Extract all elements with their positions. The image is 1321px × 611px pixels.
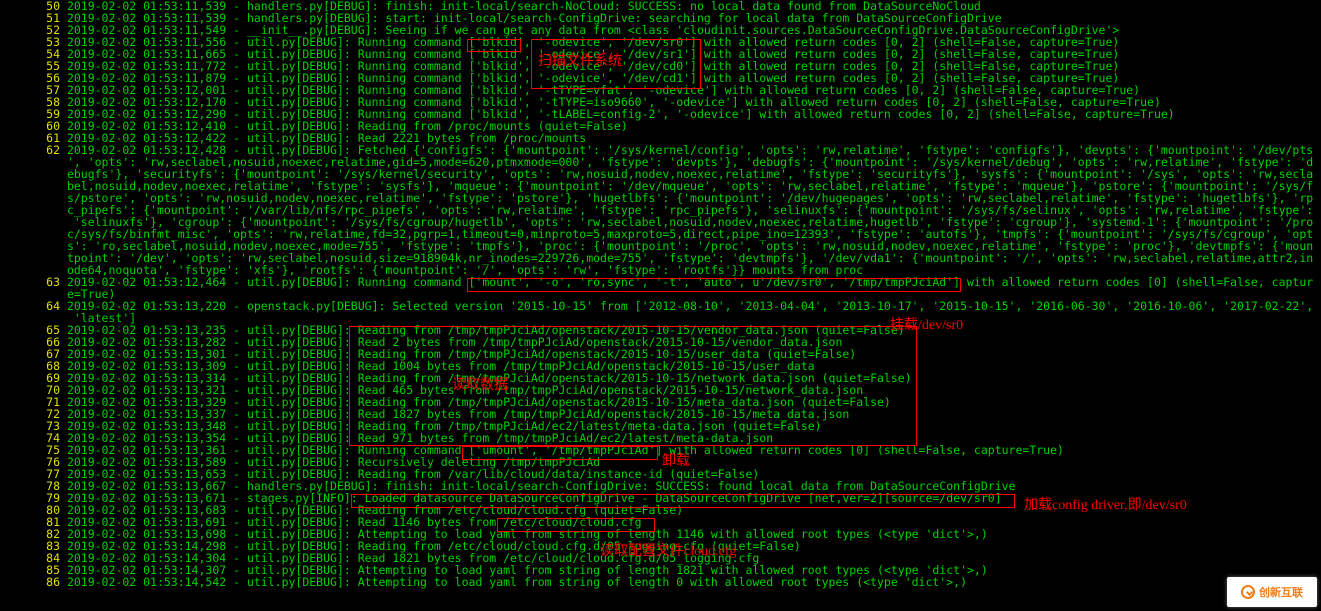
log-text: 2019-02-02 01:53:12,464 - util.py[DEBUG]… (67, 275, 1313, 289)
log-text: 2019-02-02 01:53:13,220 - openstack.py[D… (67, 299, 1313, 313)
watermark-logo: 创新互联 (1227, 577, 1317, 607)
line-number: 63 (0, 276, 60, 288)
log-line: 63 2019-02-02 01:53:12,464 - util.py[DEB… (0, 276, 1321, 288)
terminal-log: 50 2019-02-02 01:53:11,539 - handlers.py… (0, 0, 1321, 588)
log-line: 64 2019-02-02 01:53:13,220 - openstack.p… (0, 300, 1321, 312)
log-line: 86 2019-02-02 01:53:14,542 - util.py[DEB… (0, 576, 1321, 588)
line-number: 64 (0, 300, 60, 312)
watermark-text: 创新互联 (1259, 584, 1303, 600)
log-text: 2019-02-02 01:53:14,542 - util.py[DEBUG]… (67, 575, 967, 589)
line-number: 86 (0, 576, 60, 588)
watermark-icon (1241, 585, 1255, 599)
line-number: 62 (0, 144, 60, 156)
